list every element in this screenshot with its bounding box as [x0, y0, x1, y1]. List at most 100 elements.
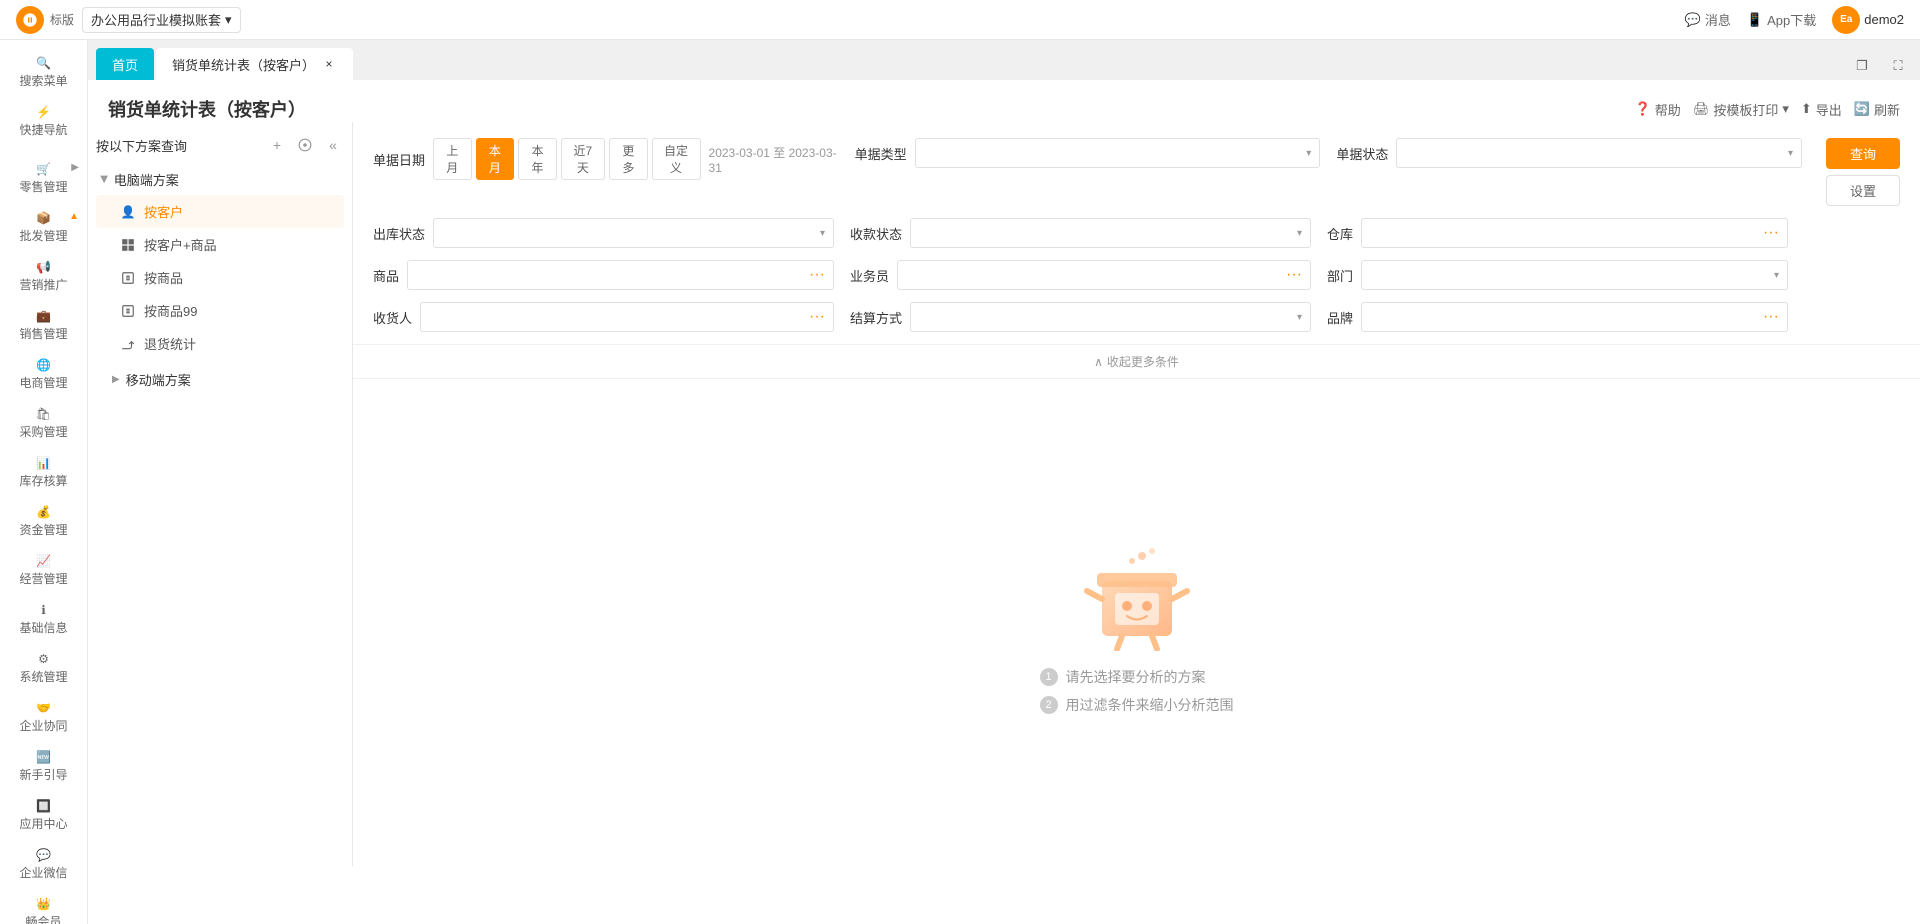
sidebar-item-wholesale[interactable]: 📦 批发管理 ▲	[0, 203, 87, 252]
purchase-icon: 🛍	[36, 407, 51, 421]
content-area: 首页 销货单统计表（按客户） × ❐ ⛶	[88, 40, 1920, 924]
date-btn-custom[interactable]: 自定义	[652, 138, 701, 180]
scheme-by-product[interactable]: 按商品	[96, 261, 344, 294]
scheme-edit-btn[interactable]	[294, 134, 316, 156]
date-btn-last-month[interactable]: 上月	[433, 138, 472, 180]
date-btn-this-year[interactable]: 本年	[518, 138, 557, 180]
sidebar-item-ecommerce[interactable]: 🌐 电商管理	[0, 350, 87, 399]
scheme-by-product-99[interactable]: 按商品99	[96, 294, 344, 327]
page-content: 销货单统计表（按客户） ❓ 帮助 🖨 按模板打印 ▾ ⬆	[88, 80, 1920, 924]
refresh-btn[interactable]: 🔄 刷新	[1854, 100, 1900, 119]
sidebar-item-finance[interactable]: 💰 资金管理	[0, 497, 87, 546]
main-split: 按以下方案查询 + « ▶	[88, 122, 1920, 866]
warehouse-select[interactable]: ···	[1361, 218, 1788, 248]
sidebar-item-sales[interactable]: 💼 销售管理	[0, 301, 87, 350]
product-label: 商品	[373, 266, 399, 285]
sidebar-item-operations[interactable]: 📈 经营管理	[0, 546, 87, 595]
sidebar-item-marketing[interactable]: 📢 营销推广	[0, 252, 87, 301]
help-btn[interactable]: ❓ 帮助	[1635, 100, 1681, 119]
mobile-group-name: 移动端方案	[126, 370, 191, 389]
sidebar-item-basics[interactable]: ℹ 基础信息	[0, 595, 87, 644]
retail-arrow: ▶	[71, 162, 79, 173]
scheme-by-customer[interactable]: 👤 按客户	[96, 195, 344, 228]
date-btn-this-month[interactable]: 本月	[476, 138, 515, 180]
department-select[interactable]: ▾	[1361, 260, 1788, 290]
user-avatar: Ea	[1832, 6, 1860, 34]
receipt-status-select[interactable]: ▾	[910, 218, 1311, 248]
sidebar-item-inventory[interactable]: 📊 库存核算	[0, 448, 87, 497]
date-btn-more[interactable]: 更多	[609, 138, 648, 180]
sidebar: 🔍 搜索菜单 ⚡ 快捷导航 🛒 零售管理 ▶ 📦 批发管理 ▲ 📢 营销推广	[0, 40, 88, 924]
product-99-icon	[120, 303, 136, 319]
message-action[interactable]: 💬 消息	[1685, 10, 1731, 29]
doc-status-select[interactable]: ▾	[1396, 138, 1802, 168]
doc-type-arrow: ▾	[1306, 148, 1311, 159]
doc-type-select[interactable]: ▾	[915, 138, 1321, 168]
tab-restore-btn[interactable]: ❐	[1848, 52, 1876, 80]
sidebar-item-quick-nav[interactable]: ⚡ 快捷导航	[0, 97, 87, 146]
wholesale-arrow: ▲	[69, 211, 79, 222]
scheme-add-btn[interactable]: +	[266, 134, 288, 156]
sidebar-item-search[interactable]: 🔍 搜索菜单	[0, 48, 87, 97]
sidebar-item-member[interactable]: 👑 畅会员	[0, 889, 87, 924]
maximize-icon: ⛶	[1893, 58, 1902, 74]
export-btn[interactable]: ⬆ 导出	[1801, 100, 1842, 119]
app-download-action[interactable]: 📱 App下载	[1747, 10, 1816, 29]
settings-button[interactable]: 设置	[1826, 175, 1900, 206]
header-left: 标版 办公用品行业模拟账套 ▾	[16, 6, 241, 34]
logo-area: 标版	[16, 6, 74, 34]
sidebar-item-purchase[interactable]: 🛍 采购管理	[0, 399, 87, 448]
sidebar-item-enterprise[interactable]: 🤝 企业协同	[0, 693, 87, 742]
help-icon: ❓	[1635, 101, 1651, 117]
scheme-by-customer-product[interactable]: 按客户+商品	[96, 228, 344, 261]
tab-bar-actions: ❐ ⛶	[1848, 52, 1912, 80]
selector-arrow: ▾	[225, 12, 232, 28]
consignee-select[interactable]: ···	[420, 302, 834, 332]
desktop-group-name: 电脑端方案	[114, 170, 179, 189]
scheme-panel-title: 按以下方案查询	[96, 136, 187, 155]
tab-close-btn[interactable]: ×	[321, 56, 337, 72]
query-button[interactable]: 查询	[1826, 138, 1900, 169]
tip-1-num: 1	[1040, 668, 1058, 686]
empty-tip-2: 2 用过滤条件来缩小分析范围	[1040, 695, 1234, 715]
page-actions: ❓ 帮助 🖨 按模板打印 ▾ ⬆ 导出 🔄	[1635, 100, 1900, 119]
message-icon: 💬	[1685, 12, 1701, 28]
sidebar-item-guide[interactable]: 🆕 新手引导	[0, 742, 87, 791]
desktop-group-header[interactable]: ▶ 电脑端方案	[96, 164, 344, 195]
template-print-btn[interactable]: 🖨 按模板打印 ▾	[1693, 100, 1789, 119]
receipt-status-label: 收款状态	[850, 224, 902, 243]
collapse-bar[interactable]: ∧ 收起更多条件	[353, 345, 1920, 379]
product-select[interactable]: ···	[407, 260, 834, 290]
user-area[interactable]: Ea demo2	[1832, 6, 1904, 34]
out-status-select[interactable]: ▾	[433, 218, 834, 248]
print-icon: 🖨	[1693, 101, 1710, 117]
scheme-product-99-label: 按商品99	[144, 301, 197, 320]
date-btn-last-7[interactable]: 近7天	[561, 138, 605, 180]
sidebar-item-app-center[interactable]: 🔲 应用中心	[0, 791, 87, 840]
guide-icon: 🆕	[36, 750, 51, 764]
settlement-select[interactable]: ▾	[910, 302, 1311, 332]
action-btn-area: 查询 设置	[1818, 138, 1900, 206]
scheme-return-stats[interactable]: 退货统计	[96, 327, 344, 360]
salesperson-select[interactable]: ···	[897, 260, 1311, 290]
scheme-collapse-btn[interactable]: «	[322, 134, 344, 156]
mobile-group-header[interactable]: ▶ 移动端方案	[96, 364, 344, 395]
tab-sales-stats[interactable]: 销货单统计表（按客户） ×	[156, 48, 353, 80]
member-icon: 👑	[36, 897, 51, 911]
tab-maximize-btn[interactable]: ⛶	[1884, 52, 1912, 80]
marketing-icon: 📢	[36, 260, 51, 274]
doc-status-label: 单据状态	[1336, 144, 1388, 163]
return-icon	[120, 336, 136, 352]
sidebar-item-wechat[interactable]: 💬 企业微信	[0, 840, 87, 889]
sidebar-item-system[interactable]: ⚙ 系统管理	[0, 644, 87, 693]
scheme-panel-header: 按以下方案查询 + «	[96, 134, 344, 156]
tab-home[interactable]: 首页	[96, 48, 154, 80]
sales-stats-tab-label: 销货单统计表（按客户）	[172, 55, 315, 74]
brand-select[interactable]: ···	[1361, 302, 1788, 332]
logo-icon	[16, 6, 44, 34]
wechat-icon: 💬	[36, 848, 51, 862]
sidebar-item-retail[interactable]: 🛒 零售管理 ▶	[0, 154, 87, 203]
collapse-label: 收起更多条件	[1107, 353, 1179, 370]
app-selector[interactable]: 办公用品行业模拟账套 ▾	[82, 7, 241, 33]
customer-icon: 👤	[120, 204, 136, 220]
